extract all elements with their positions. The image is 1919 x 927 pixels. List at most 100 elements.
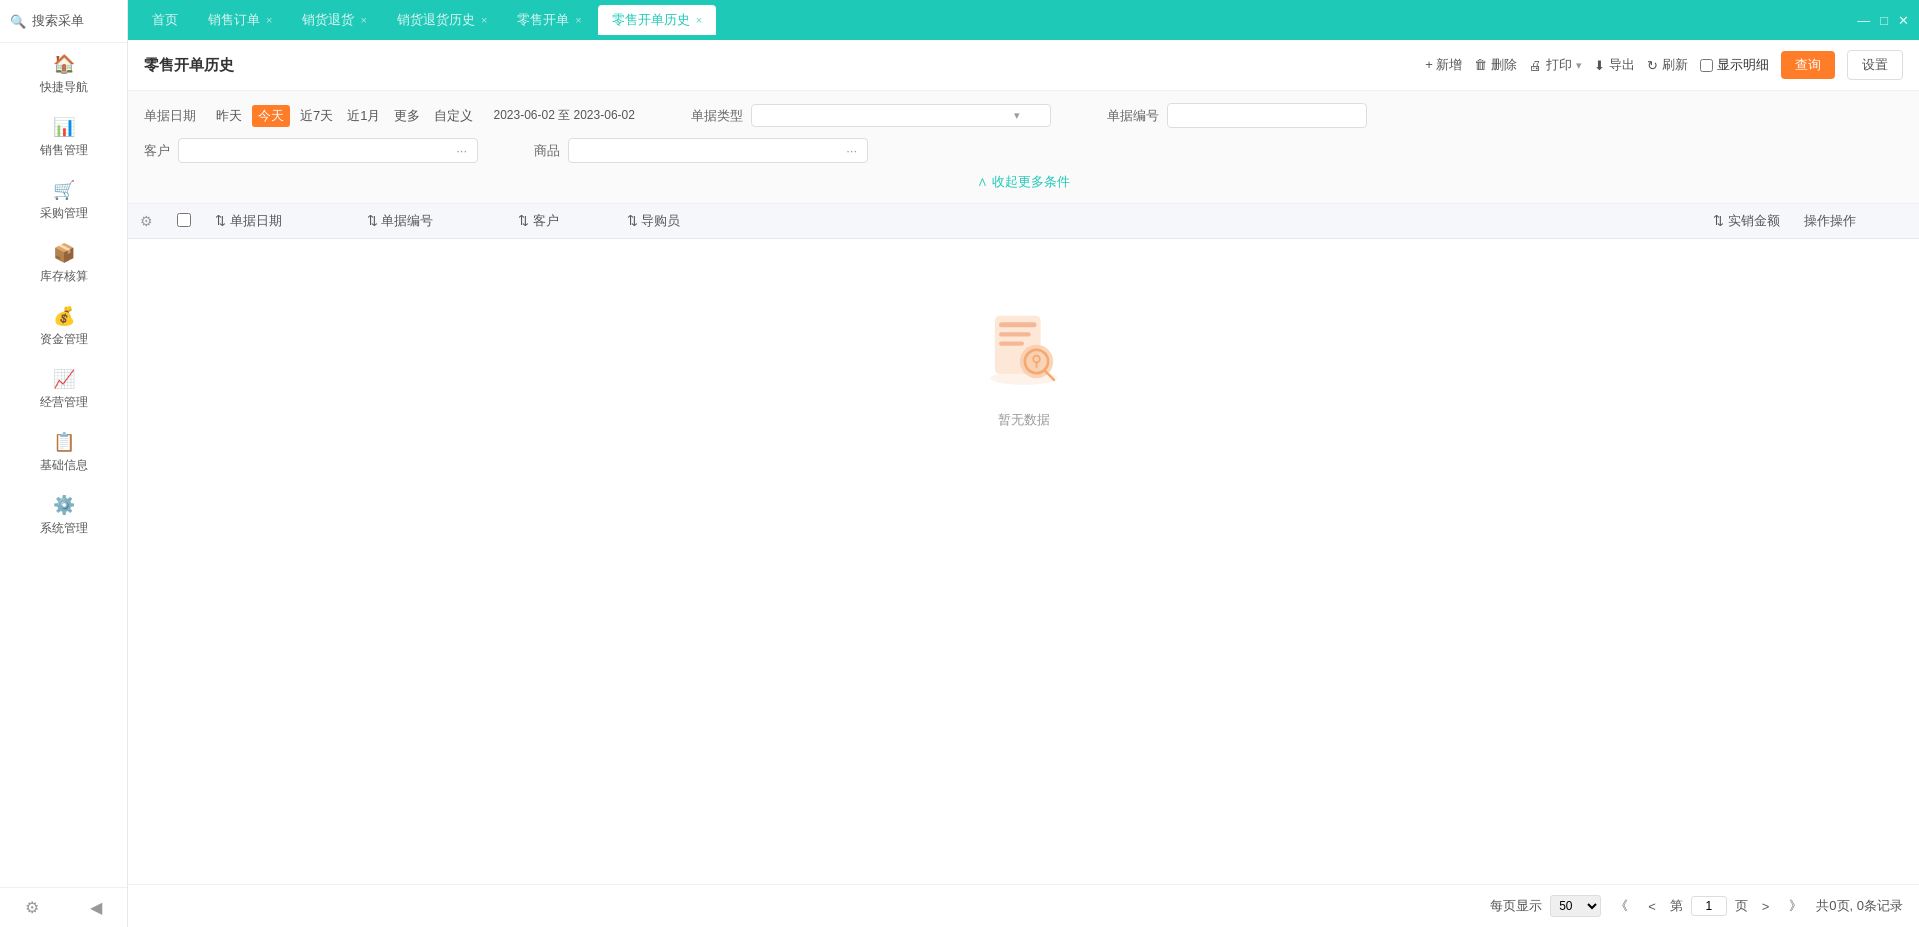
prev-page-button[interactable]: < — [1642, 897, 1662, 916]
collapse-icon[interactable]: ◀ — [90, 898, 102, 917]
pagination: 每页显示 50 10 20 100 《 < 第 页 > 》 共0页, 0条记录 — [128, 884, 1919, 927]
export-button[interactable]: ⬇ 导出 — [1594, 56, 1635, 74]
window-controls: — □ ✕ — [1857, 13, 1909, 28]
sidebar-item-label: 资金管理 — [40, 331, 88, 348]
tab-retail-history-close[interactable]: × — [696, 14, 702, 26]
tab-bar: 首页 销售订单 × 销货退货 × 销货退货历史 × 零售开单 × 零售开单历史 … — [128, 0, 1919, 40]
sidebar-item-purchase-mgmt[interactable]: 🛒 采购管理 — [0, 169, 127, 232]
sidebar-item-inventory[interactable]: 📦 库存核算 — [0, 232, 127, 295]
tab-sales-return-history-close[interactable]: × — [481, 14, 487, 26]
date-opt-today[interactable]: 今天 — [252, 105, 290, 127]
tab-sales-order-close[interactable]: × — [266, 14, 272, 26]
query-button[interactable]: 查询 — [1781, 51, 1835, 79]
tab-sales-order[interactable]: 销售订单 × — [194, 5, 286, 35]
delete-button[interactable]: 🗑 删除 — [1474, 56, 1517, 74]
sidebar-item-sales-mgmt[interactable]: 📊 销售管理 — [0, 106, 127, 169]
svg-rect-3 — [999, 332, 1031, 336]
sidebar-item-quick-nav[interactable]: 🏠 快捷导航 — [0, 43, 127, 106]
sidebar-item-label: 经营管理 — [40, 394, 88, 411]
table-settings-icon[interactable]: ⚙ — [140, 213, 153, 229]
svg-rect-2 — [999, 322, 1037, 327]
sidebar-search[interactable]: 🔍 搜索采单 — [0, 0, 127, 43]
doc-type-select[interactable]: ▾ — [751, 104, 1051, 127]
sidebar-item-label: 基础信息 — [40, 457, 88, 474]
sidebar-search-label: 搜索采单 — [32, 12, 84, 30]
doc-no-input[interactable] — [1167, 103, 1367, 128]
page-label: 页 — [1735, 897, 1748, 915]
doc-no-filter: 单据编号 — [1107, 103, 1367, 128]
settings-icon[interactable]: ⚙ — [25, 898, 39, 917]
empty-state: 暂无数据 — [128, 239, 1919, 489]
tab-retail-open[interactable]: 零售开单 × — [503, 5, 595, 35]
tab-sales-order-label: 销售订单 — [208, 11, 260, 29]
settings-button[interactable]: 设置 — [1847, 50, 1903, 80]
collapse-more-conditions[interactable]: ∧ 收起更多条件 — [144, 173, 1903, 191]
goods-input[interactable]: ··· — [568, 138, 868, 163]
col-date-label: ⇅ 单据日期 — [215, 213, 282, 228]
box-icon: 📦 — [53, 242, 75, 264]
minimize-button[interactable]: — — [1857, 13, 1870, 28]
date-opt-more[interactable]: 更多 — [390, 105, 424, 127]
sidebar-bottom: ⚙ ◀ — [0, 887, 127, 927]
col-customer-label: ⇅ 客户 — [518, 213, 559, 228]
sidebar-item-label: 系统管理 — [40, 520, 88, 537]
col-action: 操作操作 — [1792, 204, 1919, 239]
tab-sales-return-close[interactable]: × — [360, 14, 366, 26]
select-all-checkbox[interactable] — [177, 213, 191, 227]
sidebar-item-base-info[interactable]: 📋 基础信息 — [0, 421, 127, 484]
close-button[interactable]: ✕ — [1898, 13, 1909, 28]
toolbar: 零售开单历史 + 新增 🗑 删除 🖨 🖨 打印 打印 ▾ ⬇ 导出 ↻ 刷新 — [128, 40, 1919, 91]
tab-sales-return-label: 销货退货 — [302, 11, 354, 29]
sidebar-item-label: 库存核算 — [40, 268, 88, 285]
doc-type-chevron-icon: ▾ — [1014, 109, 1020, 122]
table-area: ⚙ ⇅ 单据日期 ⇅ 单据编号 ⇅ 客户 — [128, 204, 1919, 884]
tab-sales-return-history[interactable]: 销货退货历史 × — [383, 5, 501, 35]
date-filter-label: 单据日期 — [144, 107, 196, 125]
tab-home[interactable]: 首页 — [138, 5, 192, 35]
refresh-button[interactable]: ↻ 刷新 — [1647, 56, 1688, 74]
page-size-select[interactable]: 50 10 20 100 — [1550, 895, 1601, 917]
tab-retail-open-close[interactable]: × — [575, 14, 581, 26]
tab-sales-return[interactable]: 销货退货 × — [288, 5, 380, 35]
customer-ellipsis: ··· — [456, 143, 467, 158]
col-guide: ⇅ 导购员 — [615, 204, 745, 239]
date-opt-last7[interactable]: 近7天 — [296, 105, 337, 127]
doc-type-filter: 单据类型 ▾ — [691, 104, 1051, 127]
sidebar-item-operations[interactable]: 📈 经营管理 — [0, 358, 127, 421]
page-number-input[interactable] — [1691, 896, 1727, 916]
print-button[interactable]: 🖨 🖨 打印 打印 ▾ — [1529, 56, 1582, 74]
date-range-display: 2023-06-02 至 2023-06-02 — [493, 107, 634, 124]
col-guide-label: ⇅ 导购员 — [627, 213, 681, 228]
col-checkbox — [165, 204, 203, 239]
col-amount-label: ⇅ 实销金额 — [1713, 213, 1780, 228]
sidebar-item-finance[interactable]: 💰 资金管理 — [0, 295, 127, 358]
display-detail-toggle[interactable]: 显示明细 — [1700, 56, 1769, 74]
col-action-label: 操作 — [1804, 213, 1830, 228]
maximize-button[interactable]: □ — [1880, 13, 1888, 28]
last-page-button[interactable]: 》 — [1783, 895, 1808, 917]
tab-retail-history[interactable]: 零售开单历史 × — [598, 5, 716, 35]
next-page-button[interactable]: > — [1756, 897, 1776, 916]
trend-icon: 📈 — [53, 368, 75, 390]
date-opt-custom[interactable]: 自定义 — [430, 105, 477, 127]
tab-sales-return-history-label: 销货退货历史 — [397, 11, 475, 29]
date-opt-last1m[interactable]: 近1月 — [343, 105, 384, 127]
filter-row-1: 单据日期 昨天 今天 近7天 近1月 更多 自定义 2023-06-02 至 2… — [144, 103, 1903, 128]
sidebar: 🔍 搜索采单 🏠 快捷导航 📊 销售管理 🛒 采购管理 📦 库存核算 💰 资金管… — [0, 0, 128, 927]
filter-area: 单据日期 昨天 今天 近7天 近1月 更多 自定义 2023-06-02 至 2… — [128, 91, 1919, 204]
display-detail-checkbox[interactable] — [1700, 59, 1713, 72]
sidebar-item-sys-mgmt[interactable]: ⚙️ 系统管理 — [0, 484, 127, 547]
empty-icon — [974, 299, 1074, 399]
display-detail-label: 显示明细 — [1717, 56, 1769, 74]
home-icon: 🏠 — [53, 53, 75, 75]
customer-input[interactable]: ··· — [178, 138, 478, 163]
first-page-button[interactable]: 《 — [1609, 895, 1634, 917]
goods-filter: 商品 ··· — [534, 138, 868, 163]
cart-icon: 🛒 — [53, 179, 75, 201]
col-spacer — [745, 204, 1641, 239]
date-opt-yesterday[interactable]: 昨天 — [212, 105, 246, 127]
filter-row-2: 客户 ··· 商品 ··· — [144, 138, 1903, 163]
goods-ellipsis: ··· — [846, 143, 857, 158]
add-button[interactable]: + 新增 — [1425, 56, 1462, 74]
date-options: 昨天 今天 近7天 近1月 更多 自定义 — [212, 105, 477, 127]
